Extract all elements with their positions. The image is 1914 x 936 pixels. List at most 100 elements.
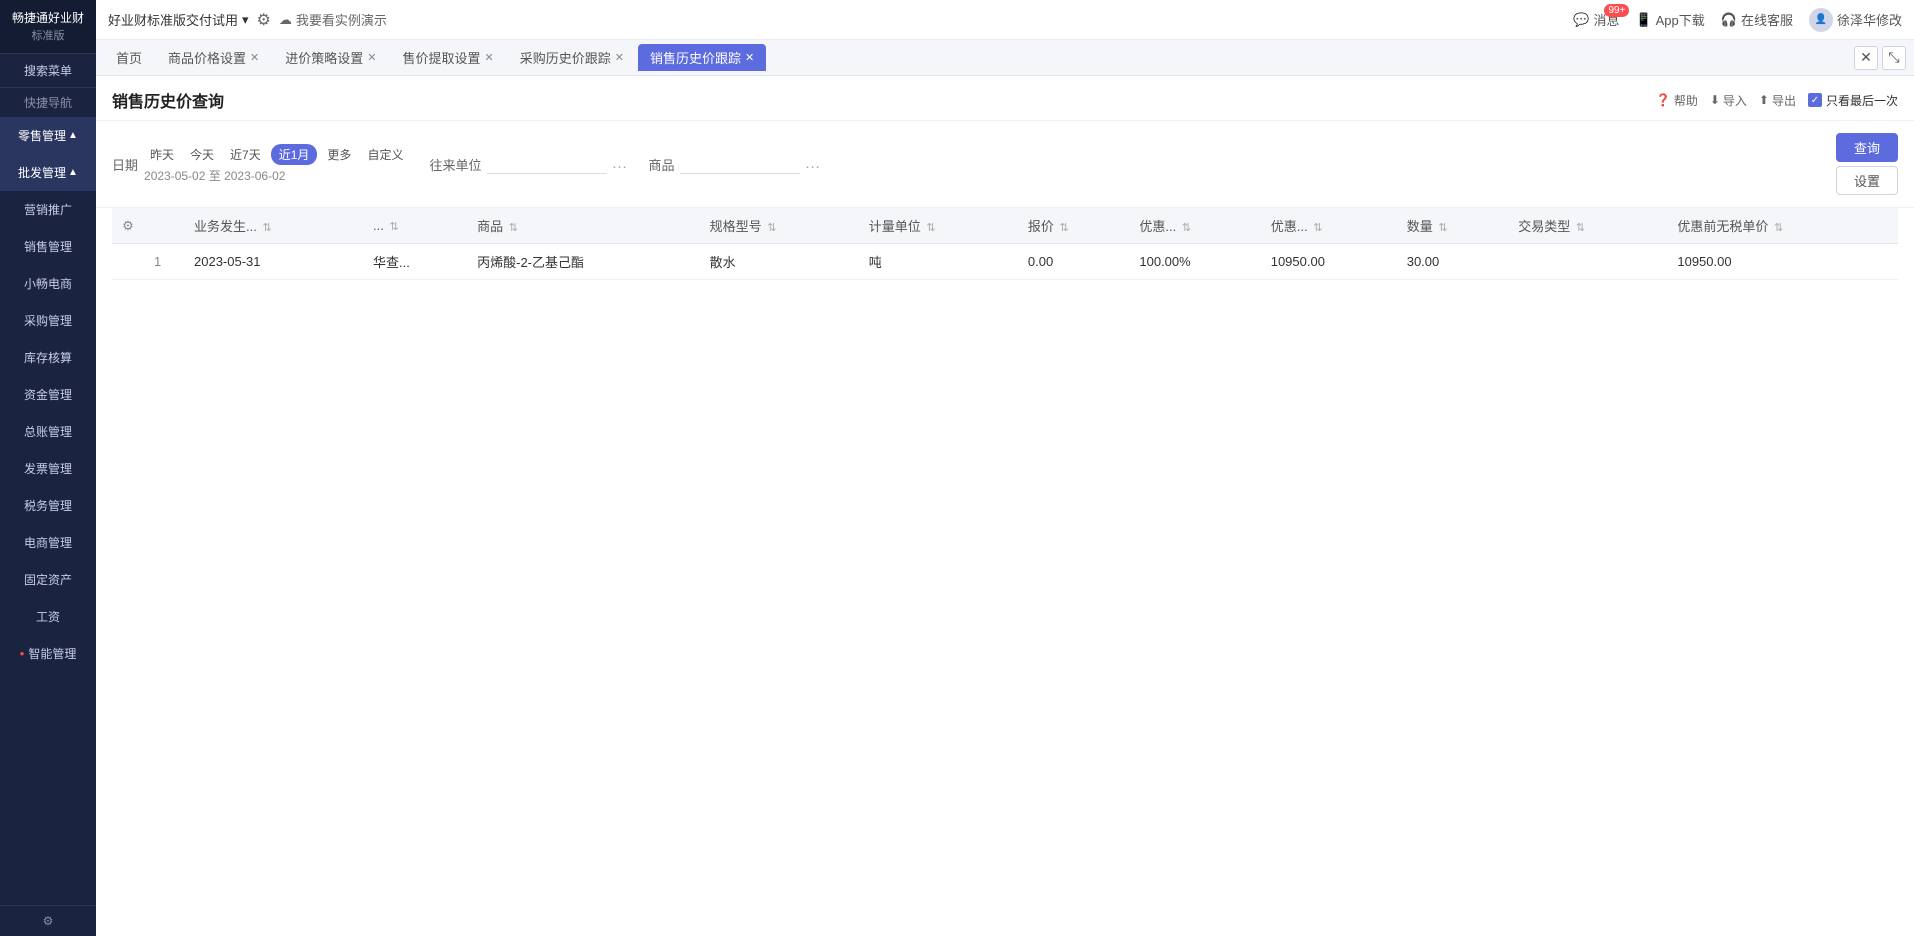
sidebar-item-invoice[interactable]: 发票管理: [0, 450, 96, 487]
close-icon[interactable]: ✕: [615, 51, 624, 64]
avatar: 👤: [1809, 8, 1833, 32]
user-profile-button[interactable]: 👤 徐泽华修改: [1809, 8, 1902, 32]
tab-sales-history[interactable]: 销售历史价跟踪 ✕: [638, 44, 766, 71]
tab-purchase-history[interactable]: 采购历史价跟踪 ✕: [508, 44, 636, 71]
row-unit-cell: 吨: [859, 244, 1018, 280]
tab-price-extract[interactable]: 售价提取设置 ✕: [390, 44, 505, 71]
table-header-row: ⚙ 业务发生... ⇅ ... ⇅ 商品 ⇅: [112, 208, 1898, 244]
sidebar-item-purchase[interactable]: 采购管理: [0, 302, 96, 339]
version-selector[interactable]: 好业财标准版交付试用 ▾: [108, 10, 249, 29]
product-picker-icon[interactable]: …: [804, 155, 821, 173]
col-settings-gear-icon[interactable]: ⚙: [122, 218, 134, 233]
source-input[interactable]: [487, 154, 607, 174]
sidebar-item-label: 电商管理: [24, 534, 72, 551]
col-date-header[interactable]: 业务发生... ⇅: [184, 208, 363, 244]
messages-button[interactable]: 💬 消息 99+: [1573, 10, 1619, 29]
checkbox-indicator: ✓: [1808, 93, 1822, 107]
sidebar-item-finance[interactable]: 资金管理: [0, 376, 96, 413]
col-qty-header[interactable]: 数量 ⇅: [1397, 208, 1509, 244]
date-btn-yesterday[interactable]: 昨天: [144, 144, 180, 165]
close-icon[interactable]: ✕: [367, 51, 376, 64]
row-discount2-cell: 10950.00: [1261, 244, 1397, 280]
product-filter-group: 商品 …: [648, 154, 821, 174]
page-content: 销售历史价查询 ❓ 帮助 ⬇ 导入 ⬆ 导出 ✓ 只: [96, 76, 1914, 936]
sidebar-quick-nav[interactable]: 快捷导航: [0, 88, 96, 117]
date-btn-1month[interactable]: 近1月: [271, 144, 318, 165]
sidebar-item-ledger[interactable]: 总账管理: [0, 413, 96, 450]
sort-icon: ⇅: [262, 222, 271, 234]
sidebar-item-tax[interactable]: 税务管理: [0, 487, 96, 524]
product-input[interactable]: [680, 154, 800, 174]
demo-link[interactable]: ☁ 我要看实例演示: [279, 10, 387, 29]
row-extra-cell: 华查...: [363, 244, 467, 280]
app-name-line2: 标准版: [8, 27, 88, 43]
col-unit-header[interactable]: 计量单位 ⇅: [859, 208, 1018, 244]
sort-icon: ⇅: [1060, 222, 1069, 234]
help-link[interactable]: ❓ 帮助: [1656, 92, 1698, 109]
sidebar-item-marketing[interactable]: 营销推广: [0, 191, 96, 228]
date-btns: 昨天 今天 近7天 近1月 更多 自定义: [144, 144, 409, 165]
date-filter-group: 日期 昨天 今天 近7天 近1月 更多 自定义 2023-05-02 至 202…: [112, 144, 409, 184]
sidebar-item-fixed-assets[interactable]: 固定资产: [0, 561, 96, 598]
tab-home[interactable]: 首页: [104, 44, 154, 71]
row-spec-cell: 散水: [700, 244, 859, 280]
col-discount2-header[interactable]: 优惠... ⇅: [1261, 208, 1397, 244]
sidebar-item-salary[interactable]: 工资: [0, 598, 96, 635]
gear-icon: ⚙: [43, 914, 54, 928]
sidebar-item-label: 固定资产: [24, 571, 72, 588]
tab-product-price[interactable]: 商品价格设置 ✕: [156, 44, 271, 71]
sidebar-item-ai[interactable]: 智能管理: [0, 635, 96, 672]
sidebar-item-label: 发票管理: [24, 460, 72, 477]
col-extra-header[interactable]: ... ⇅: [363, 208, 467, 244]
col-num-header: [144, 208, 184, 244]
query-button[interactable]: 查询: [1836, 133, 1898, 162]
row-trade-type-cell: [1508, 244, 1667, 280]
col-spec-header[interactable]: 规格型号 ⇅: [700, 208, 859, 244]
topbar-settings-icon[interactable]: ⚙: [257, 10, 271, 30]
sidebar-bottom-settings[interactable]: ⚙: [0, 905, 96, 936]
sidebar-item-label: 零售管理: [18, 127, 66, 144]
sidebar-item-label: 销售管理: [24, 238, 72, 255]
main-area: 好业财标准版交付试用 ▾ ⚙ ☁ 我要看实例演示 💬 消息 99+ 📱 App下…: [96, 0, 1914, 936]
col-product-header[interactable]: 商品 ⇅: [467, 208, 699, 244]
sidebar-item-sales[interactable]: 销售管理: [0, 228, 96, 265]
sort-icon: ⇅: [1438, 222, 1447, 234]
col-price-header[interactable]: 报价 ⇅: [1018, 208, 1130, 244]
sidebar-logo: 畅捷通好业财 标准版: [0, 0, 96, 54]
date-btn-more[interactable]: 更多: [321, 144, 357, 165]
source-filter-group: 往来单位 …: [429, 154, 628, 174]
only-last-checkbox[interactable]: ✓ 只看最后一次: [1808, 92, 1898, 109]
row-discount1-cell: 100.00%: [1129, 244, 1260, 280]
app-download-button[interactable]: 📱 App下载: [1635, 10, 1704, 29]
date-btn-today[interactable]: 今天: [184, 144, 220, 165]
user-name-label: 徐泽华修改: [1837, 10, 1902, 29]
close-icon[interactable]: ✕: [485, 51, 494, 64]
import-link[interactable]: ⬇ 导入: [1710, 92, 1747, 109]
close-icon[interactable]: ✕: [745, 51, 754, 64]
sidebar-item-label: 批发管理: [18, 164, 66, 181]
close-icon[interactable]: ✕: [250, 51, 259, 64]
sidebar-item-retail[interactable]: 零售管理 ▲: [0, 117, 96, 154]
tab-purchase-strategy[interactable]: 进价策略设置 ✕: [273, 44, 388, 71]
sidebar-item-label: 小畅电商: [24, 275, 72, 292]
col-trade-type-header[interactable]: 交易类型 ⇅: [1508, 208, 1667, 244]
export-link[interactable]: ⬆ 导出: [1759, 92, 1796, 109]
app-name-line1: 畅捷通好业财: [8, 10, 88, 27]
date-btn-7days[interactable]: 近7天: [224, 144, 267, 165]
sidebar-item-wholesale[interactable]: 批发管理 ▲: [0, 154, 96, 191]
col-pretax-price-header[interactable]: 优惠前无税单价 ⇅: [1667, 208, 1898, 244]
sidebar-search[interactable]: 搜索菜单: [0, 54, 96, 88]
maximize-button[interactable]: ⤡: [1882, 46, 1906, 70]
sidebar-item-inventory[interactable]: 库存核算: [0, 339, 96, 376]
date-btn-custom[interactable]: 自定义: [361, 144, 409, 165]
msg-badge: 99+: [1604, 4, 1629, 17]
source-picker-icon[interactable]: …: [611, 155, 628, 173]
row-price-cell: 0.00: [1018, 244, 1130, 280]
sidebar-item-ecommerce[interactable]: 电商管理: [0, 524, 96, 561]
row-num-cell: 1: [144, 244, 184, 280]
sidebar-item-ecommerce-small[interactable]: 小畅电商: [0, 265, 96, 302]
online-service-button[interactable]: 🎧 在线客服: [1721, 10, 1793, 29]
close-tab-button[interactable]: ✕: [1854, 46, 1878, 70]
col-discount1-header[interactable]: 优惠... ⇅: [1129, 208, 1260, 244]
settings-button[interactable]: 设置: [1836, 166, 1898, 195]
